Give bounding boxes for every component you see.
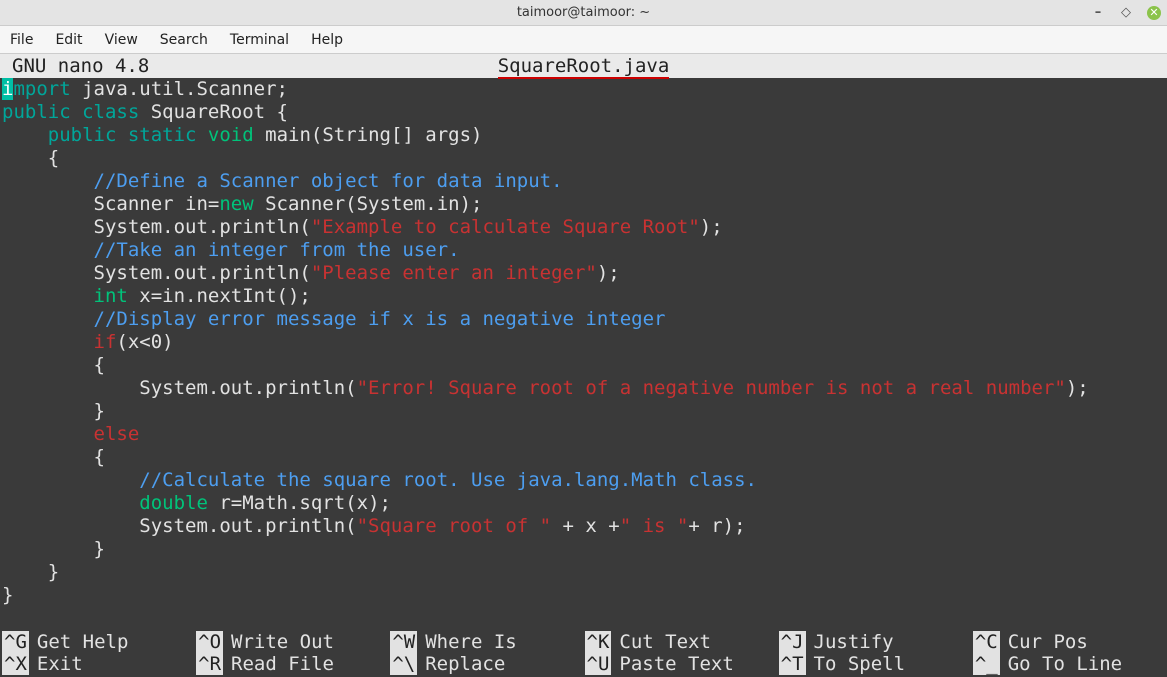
window-titlebar: taimoor@taimoor: ~ – ◇ ✕	[0, 0, 1167, 26]
help-cur-pos: ^CCur Pos	[973, 631, 1167, 653]
menu-help[interactable]: Help	[311, 32, 343, 48]
help-exit: ^XExit	[2, 653, 196, 675]
menu-terminal[interactable]: Terminal	[230, 32, 289, 48]
nano-version: GNU nano 4.8	[12, 55, 149, 77]
help-justify: ^JJustify	[779, 631, 973, 653]
minimize-icon[interactable]: –	[1091, 6, 1105, 20]
help-where-is: ^WWhere Is	[390, 631, 584, 653]
help-to-spell: ^TTo Spell	[779, 653, 973, 675]
help-replace: ^\Replace	[390, 653, 584, 675]
help-cut-text: ^KCut Text	[585, 631, 779, 653]
menu-file[interactable]: File	[10, 32, 33, 48]
menu-edit[interactable]: Edit	[55, 32, 82, 48]
menu-view[interactable]: View	[105, 32, 138, 48]
nano-help-bar: ^GGet Help ^OWrite Out ^WWhere Is ^KCut …	[0, 629, 1167, 677]
editor-area[interactable]: import java.util.Scanner; public class S…	[0, 78, 1167, 637]
cursor: i	[2, 78, 13, 100]
help-get-help: ^GGet Help	[2, 631, 196, 653]
menu-bar: File Edit View Search Terminal Help	[0, 26, 1167, 54]
window-title: taimoor@taimoor: ~	[517, 5, 650, 20]
nano-filename: SquareRoot.java	[498, 55, 670, 79]
help-paste: ^UPaste Text	[585, 653, 779, 675]
help-write-out: ^OWrite Out	[196, 631, 390, 653]
menu-search[interactable]: Search	[160, 32, 208, 48]
maximize-icon[interactable]: ◇	[1119, 6, 1133, 20]
close-icon[interactable]: ✕	[1147, 6, 1161, 20]
nano-header: GNU nano 4.8 SquareRoot.java	[0, 54, 1167, 78]
help-read-file: ^RRead File	[196, 653, 390, 675]
help-goto-line: ^_Go To Line	[973, 653, 1167, 675]
